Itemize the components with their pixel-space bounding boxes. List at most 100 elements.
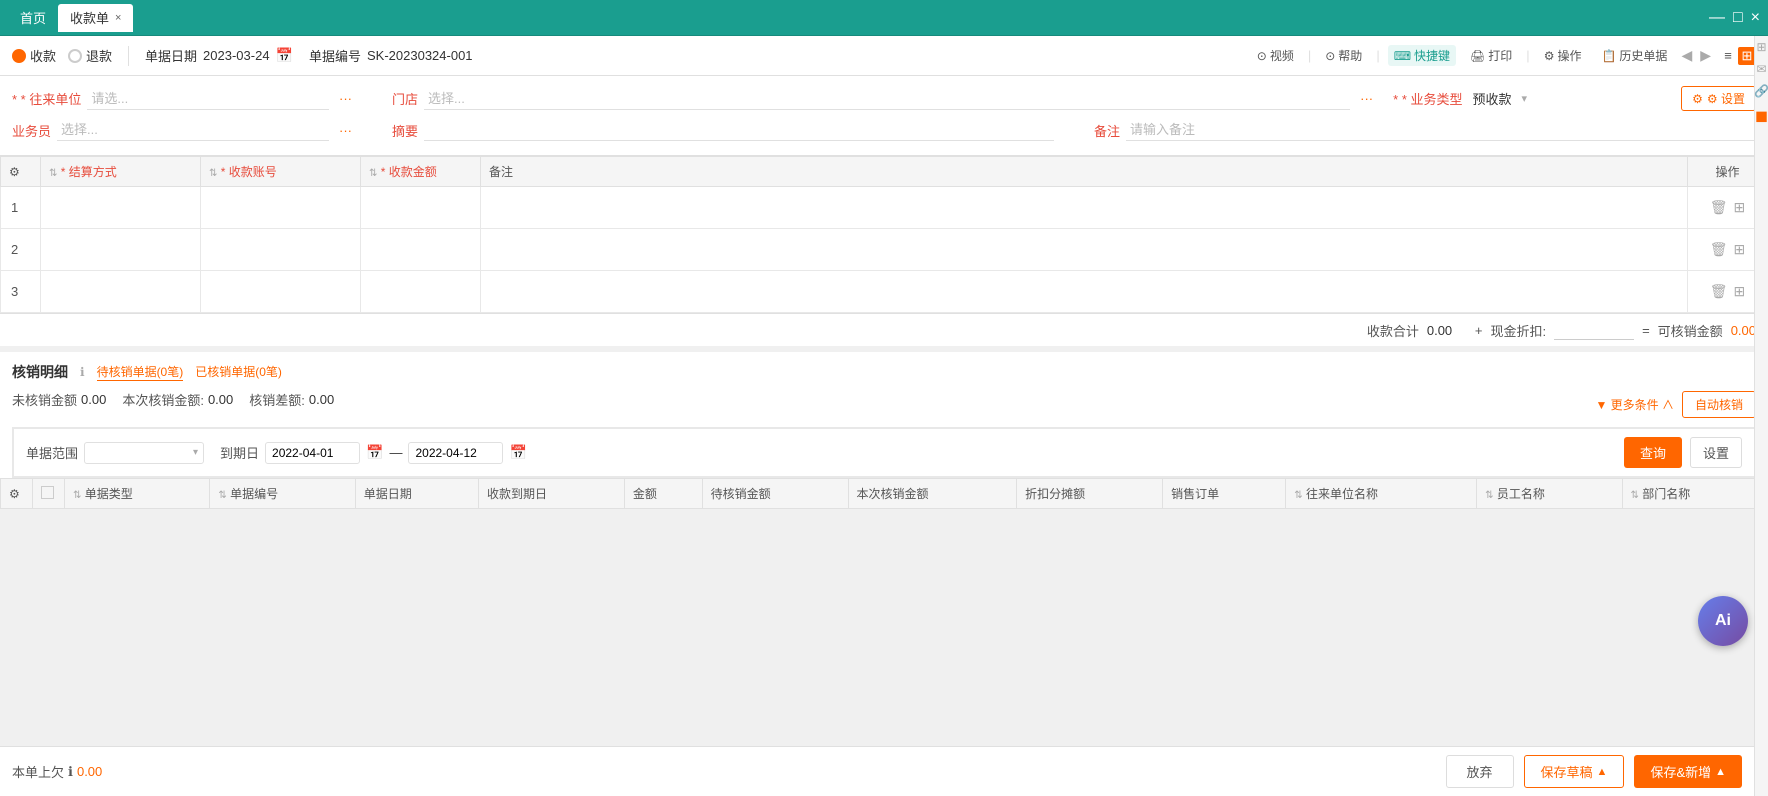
- row2-delete-icon[interactable]: 🗑: [1710, 241, 1728, 258]
- video-btn[interactable]: ⊙ 视频: [1251, 45, 1300, 66]
- filter-settings-button[interactable]: 设置: [1690, 437, 1742, 468]
- col-amount: ⇅ * 收款金额: [361, 157, 481, 187]
- more-conditions-btn[interactable]: ▼ 更多条件 ∧: [1595, 396, 1674, 413]
- staff-input[interactable]: [57, 119, 329, 141]
- current-recon-label: 本次核销金额:: [122, 390, 204, 409]
- tab-home[interactable]: 首页: [8, 4, 58, 32]
- row2-remark[interactable]: [481, 229, 1688, 271]
- row3-copy-icon[interactable]: ⊞: [1734, 283, 1746, 300]
- col-remark: 备注: [481, 157, 1688, 187]
- counterpart-input[interactable]: [87, 88, 329, 110]
- save-new-button[interactable]: 保存&新增 ▲: [1634, 755, 1742, 788]
- store-input[interactable]: [424, 88, 1350, 110]
- row3-account[interactable]: [201, 271, 361, 313]
- row1-remark[interactable]: [481, 187, 1688, 229]
- ai-fab-button[interactable]: Ai: [1698, 596, 1748, 646]
- footer-current-value: 0.00: [77, 764, 102, 779]
- tab-close-icon[interactable]: ×: [115, 12, 121, 24]
- footer-info-icon[interactable]: ℹ: [68, 764, 73, 780]
- close-icon[interactable]: ×: [1751, 9, 1760, 27]
- row1-amount[interactable]: [361, 187, 481, 229]
- row2-account[interactable]: [201, 229, 361, 271]
- receipt-radio-dot: [12, 49, 26, 63]
- current-recon-value: 0.00: [208, 392, 233, 407]
- minimize-icon[interactable]: —: [1709, 9, 1725, 27]
- number-field-group: 单据编号 SK-20230324-001: [309, 46, 473, 65]
- staff-more-btn[interactable]: ···: [339, 123, 352, 138]
- business-type-dropdown-icon[interactable]: ▾: [1522, 92, 1528, 105]
- total-value: 0.00: [1427, 323, 1467, 338]
- business-type-value: 预收款: [1472, 89, 1511, 108]
- tab-bar: 首页 收款单 × — □ ×: [0, 0, 1768, 36]
- date-calendar-icon[interactable]: 📅: [276, 47, 293, 64]
- print-btn[interactable]: 🖨 打印: [1464, 45, 1518, 66]
- date-to-calendar-icon[interactable]: 📅: [509, 444, 526, 461]
- row2-amount[interactable]: [361, 229, 481, 271]
- counterpart-more-btn[interactable]: ···: [339, 91, 352, 106]
- sidebar-table-icon[interactable]: ⊞: [1756, 40, 1766, 54]
- diff-stat: 核销差额: 0.00: [249, 390, 334, 409]
- recon-tab-pending[interactable]: 待核销单据(0笔): [97, 363, 184, 381]
- date-label: 单据日期: [145, 46, 197, 65]
- row1-copy-icon[interactable]: ⊞: [1734, 199, 1746, 216]
- table-row: 1 🗑 ⊞: [1, 187, 1768, 229]
- row-num-1: 1: [1, 200, 28, 215]
- date-range-separator: —: [389, 445, 402, 460]
- settings-button[interactable]: ⚙ ⚙ 设置: [1681, 86, 1756, 111]
- refund-radio[interactable]: 退款: [68, 46, 112, 65]
- store-more-btn[interactable]: ···: [1360, 91, 1373, 106]
- date-from-input[interactable]: [265, 442, 360, 464]
- select-all-checkbox[interactable]: [41, 486, 54, 499]
- sidebar-link-icon[interactable]: 🔗: [1754, 84, 1768, 98]
- sidebar-expand-icon[interactable]: ◼: [1755, 106, 1768, 126]
- history-btn[interactable]: 📋 历史单据: [1595, 45, 1673, 66]
- nav-next-icon[interactable]: ▶: [1700, 47, 1711, 64]
- table-row: 2 🗑 ⊞: [1, 229, 1768, 271]
- row3-delete-icon[interactable]: 🗑: [1710, 283, 1728, 300]
- discard-button[interactable]: 放弃: [1446, 755, 1514, 788]
- nav-prev-icon[interactable]: ◀: [1681, 47, 1692, 64]
- date-from-calendar-icon[interactable]: 📅: [366, 444, 383, 461]
- maximize-icon[interactable]: □: [1733, 9, 1743, 27]
- help-btn[interactable]: ⊙ 帮助: [1319, 45, 1368, 66]
- tab-receipt[interactable]: 收款单 ×: [58, 4, 133, 32]
- table-row: 3 🗑 ⊞: [1, 271, 1768, 313]
- date-range: 📅 — 📅: [265, 442, 527, 464]
- row1-account[interactable]: [201, 187, 361, 229]
- list-layout-icon[interactable]: ≡: [1719, 47, 1737, 65]
- receipt-radio[interactable]: 收款: [12, 46, 56, 65]
- save-draft-button[interactable]: 保存草稿 ▲: [1524, 755, 1625, 788]
- auto-recon-button[interactable]: 自动核销: [1682, 391, 1756, 418]
- store-field: 门店 ···: [392, 88, 1373, 110]
- row3-settlement[interactable]: [41, 271, 201, 313]
- remark-input[interactable]: [1126, 119, 1756, 141]
- recon-info-icon[interactable]: ℹ: [80, 365, 85, 379]
- row-num-3: 3: [1, 284, 28, 299]
- sidebar-mail-icon[interactable]: ✉: [1756, 62, 1766, 76]
- settings-icon: ⚙: [1692, 92, 1703, 106]
- recon-tab-done[interactable]: 已核销单据(0笔): [195, 363, 282, 381]
- btcol-amount: 金额: [624, 479, 702, 509]
- current-stat: 本次核销金额: 0.00: [122, 390, 233, 409]
- shortcut-btn[interactable]: ⌨ 快捷键: [1388, 45, 1456, 66]
- refund-radio-label: 退款: [86, 46, 112, 65]
- row3-remark[interactable]: [481, 271, 1688, 313]
- table-gear-icon[interactable]: ⚙: [9, 165, 20, 179]
- discount-input[interactable]: [1554, 320, 1634, 340]
- form-row-1: * 往来单位 ··· 门店 ··· * 业务类型 预收款 ▾ ⚙ ⚙ 设置: [12, 86, 1756, 111]
- refund-radio-dot: [68, 49, 82, 63]
- bottom-table-header: ⚙ ⇅ 单据类型 ⇅ 单据编号 单据日期 收款到期日 金额 待核销金额 本次核销…: [1, 479, 1768, 509]
- query-button[interactable]: 查询: [1624, 437, 1682, 468]
- range-filter-field: 单据范围 ▾: [26, 442, 204, 464]
- row2-copy-icon[interactable]: ⊞: [1734, 241, 1746, 258]
- range-select[interactable]: [84, 442, 204, 464]
- row2-settlement[interactable]: [41, 229, 201, 271]
- operation-btn[interactable]: ⚙ 操作: [1538, 45, 1588, 66]
- footer: 本单上欠 ℹ 0.00 放弃 保存草稿 ▲ 保存&新增 ▲: [0, 746, 1754, 796]
- btcol-gear[interactable]: ⚙: [1, 479, 33, 509]
- date-to-input[interactable]: [408, 442, 503, 464]
- summary-input[interactable]: [424, 119, 1054, 141]
- row3-amount[interactable]: [361, 271, 481, 313]
- row1-delete-icon[interactable]: 🗑: [1710, 199, 1728, 216]
- row1-settlement[interactable]: [41, 187, 201, 229]
